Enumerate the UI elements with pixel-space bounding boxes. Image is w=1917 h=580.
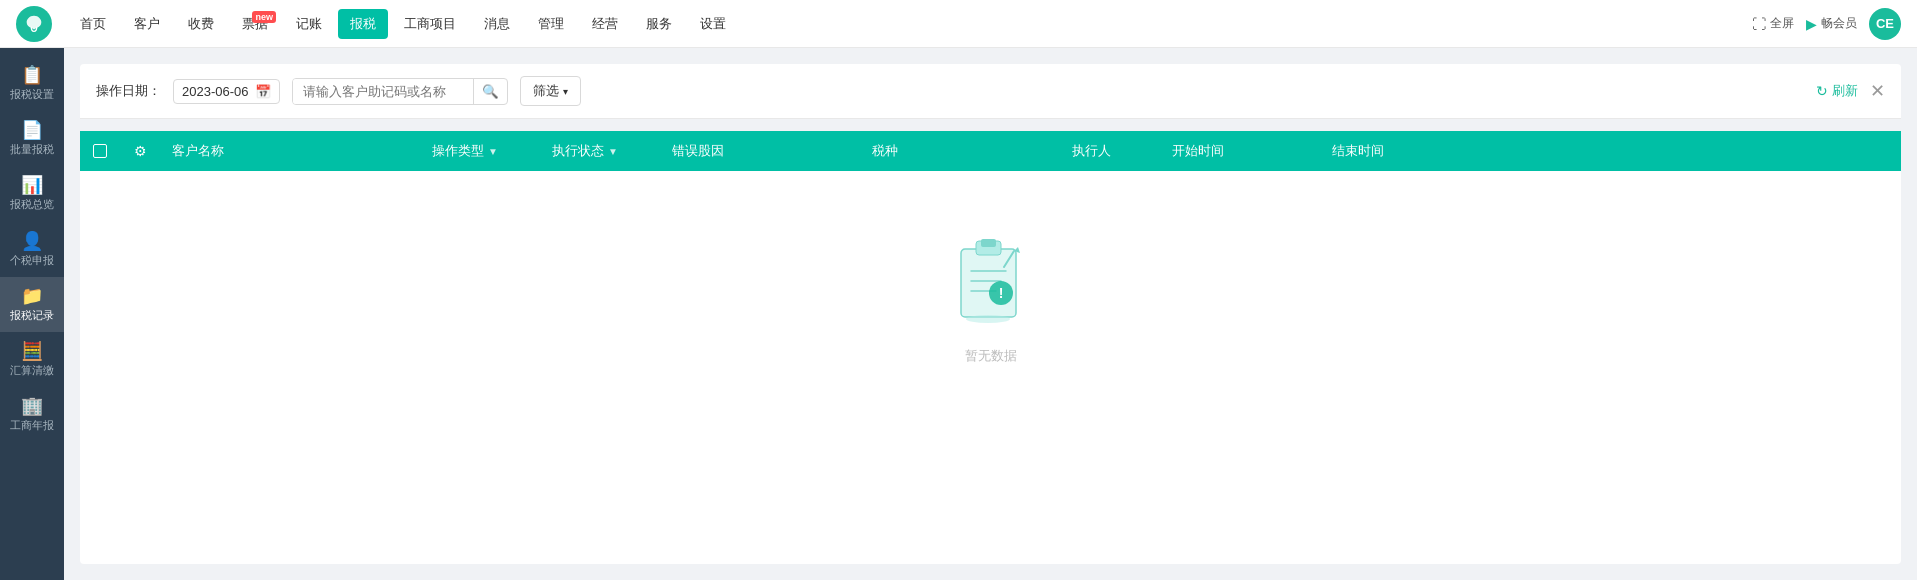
sidebar-label: 报税总览 <box>10 198 54 211</box>
th-end-time: 结束时间 <box>1320 142 1460 160</box>
sidebar-icon: 🏢 <box>21 397 43 415</box>
date-label: 操作日期： <box>96 82 161 100</box>
th-customer-name: 客户名称 <box>160 142 420 160</box>
sidebar-item-报税记录[interactable]: 📁 报税记录 <box>0 277 64 332</box>
calendar-icon: 📅 <box>255 84 271 99</box>
svg-rect-2 <box>981 239 996 247</box>
member-btn[interactable]: ▶ 畅会员 <box>1806 15 1857 32</box>
fullscreen-btn[interactable]: ⛶ 全屏 <box>1752 15 1794 32</box>
sort-icon-status: ▼ <box>608 146 618 157</box>
settings-icon[interactable]: ⚙ <box>134 143 147 159</box>
empty-state: ! 暂无数据 <box>80 171 1901 425</box>
nav-item-服务[interactable]: 服务 <box>634 9 684 39</box>
empty-illustration: ! <box>946 231 1036 331</box>
chevron-down-icon: ▾ <box>563 86 568 97</box>
sidebar-item-批量报税[interactable]: 📄 批量报税 <box>0 111 64 166</box>
sidebar-item-工商年报[interactable]: 🏢 工商年报 <box>0 387 64 442</box>
th-execute-status: 执行状态 ▼ <box>540 142 660 160</box>
th-start-time: 开始时间 <box>1160 142 1320 160</box>
sidebar-item-个税申报[interactable]: 👤 个税申报 <box>0 222 64 277</box>
nav-item-设置[interactable]: 设置 <box>688 9 738 39</box>
sidebar-icon: 📊 <box>21 176 43 194</box>
sidebar-item-报税总览[interactable]: 📊 报税总览 <box>0 166 64 221</box>
nav-item-报税[interactable]: 报税 <box>338 9 388 39</box>
sidebar-item-汇算清缴[interactable]: 🧮 汇算清缴 <box>0 332 64 387</box>
content-area: 操作日期： 2023-06-06 📅 🔍 筛选 ▾ ↻ 刷新 ✕ <box>64 48 1917 580</box>
sidebar-label: 批量报税 <box>10 143 54 156</box>
th-checkbox <box>80 144 120 158</box>
nav-item-管理[interactable]: 管理 <box>526 9 576 39</box>
select-all-checkbox[interactable] <box>93 144 107 158</box>
nav-item-经营[interactable]: 经营 <box>580 9 630 39</box>
sidebar-item-报税设置[interactable]: 📋 报税设置 <box>0 56 64 111</box>
svg-point-10 <box>966 315 1010 323</box>
main-layout: 📋 报税设置 📄 批量报税 📊 报税总览 👤 个税申报 📁 报税记录 🧮 汇算清… <box>0 48 1917 580</box>
th-executor: 执行人 <box>1060 142 1160 160</box>
svg-text:!: ! <box>998 285 1003 301</box>
sidebar-icon: 📋 <box>21 66 43 84</box>
nav-item-消息[interactable]: 消息 <box>472 9 522 39</box>
search-button[interactable]: 🔍 <box>473 79 507 104</box>
table-header: ⚙ 客户名称 操作类型 ▼ 执行状态 ▼ 错误股因 税种 <box>80 131 1901 171</box>
sort-icon-operation: ▼ <box>488 146 498 157</box>
sidebar-label: 汇算清缴 <box>10 364 54 377</box>
sidebar-icon: 📁 <box>21 287 43 305</box>
search-input[interactable] <box>293 79 473 104</box>
nav-item-工商项目[interactable]: 工商项目 <box>392 9 468 39</box>
date-picker[interactable]: 2023-06-06 📅 <box>173 79 280 104</box>
top-nav-right: ⛶ 全屏 ▶ 畅会员 CE <box>1752 8 1901 40</box>
table-container: ⚙ 客户名称 操作类型 ▼ 执行状态 ▼ 错误股因 税种 <box>80 131 1901 564</box>
close-button[interactable]: ✕ <box>1870 82 1885 100</box>
refresh-icon: ↻ <box>1816 83 1828 99</box>
th-operation-type: 操作类型 ▼ <box>420 142 540 160</box>
filter-button[interactable]: 筛选 ▾ <box>520 76 581 106</box>
sidebar-label: 个税申报 <box>10 254 54 267</box>
sidebar-icon: 📄 <box>21 121 43 139</box>
nav-item-收费[interactable]: 收费 <box>176 9 226 39</box>
top-navigation: 首页客户收费票据new记账报税工商项目消息管理经营服务设置 ⛶ 全屏 ▶ 畅会员… <box>0 0 1917 48</box>
sidebar-icon: 👤 <box>21 232 43 250</box>
sidebar-label: 工商年报 <box>10 419 54 432</box>
sidebar-label: 报税记录 <box>10 309 54 322</box>
nav-items: 首页客户收费票据new记账报税工商项目消息管理经营服务设置 <box>68 9 1752 39</box>
nav-item-记账[interactable]: 记账 <box>284 9 334 39</box>
app-logo[interactable] <box>16 6 52 42</box>
th-tax-type: 税种 <box>860 142 1060 160</box>
sidebar-label: 报税设置 <box>10 88 54 101</box>
search-box: 🔍 <box>292 78 508 105</box>
nav-item-客户[interactable]: 客户 <box>122 9 172 39</box>
nav-item-首页[interactable]: 首页 <box>68 9 118 39</box>
th-settings: ⚙ <box>120 143 160 159</box>
sidebar: 📋 报税设置 📄 批量报税 📊 报税总览 👤 个税申报 📁 报税记录 🧮 汇算清… <box>0 48 64 580</box>
toolbar-right: ↻ 刷新 ✕ <box>1816 82 1885 100</box>
filter-label: 筛选 <box>533 82 559 100</box>
toolbar: 操作日期： 2023-06-06 📅 🔍 筛选 ▾ ↻ 刷新 ✕ <box>80 64 1901 119</box>
empty-text: 暂无数据 <box>965 347 1017 365</box>
nav-item-票据[interactable]: 票据new <box>230 9 280 39</box>
avatar[interactable]: CE <box>1869 8 1901 40</box>
date-value: 2023-06-06 <box>182 84 249 99</box>
sidebar-icon: 🧮 <box>21 342 43 360</box>
refresh-button[interactable]: ↻ 刷新 <box>1816 82 1858 100</box>
th-error-reason: 错误股因 <box>660 142 860 160</box>
